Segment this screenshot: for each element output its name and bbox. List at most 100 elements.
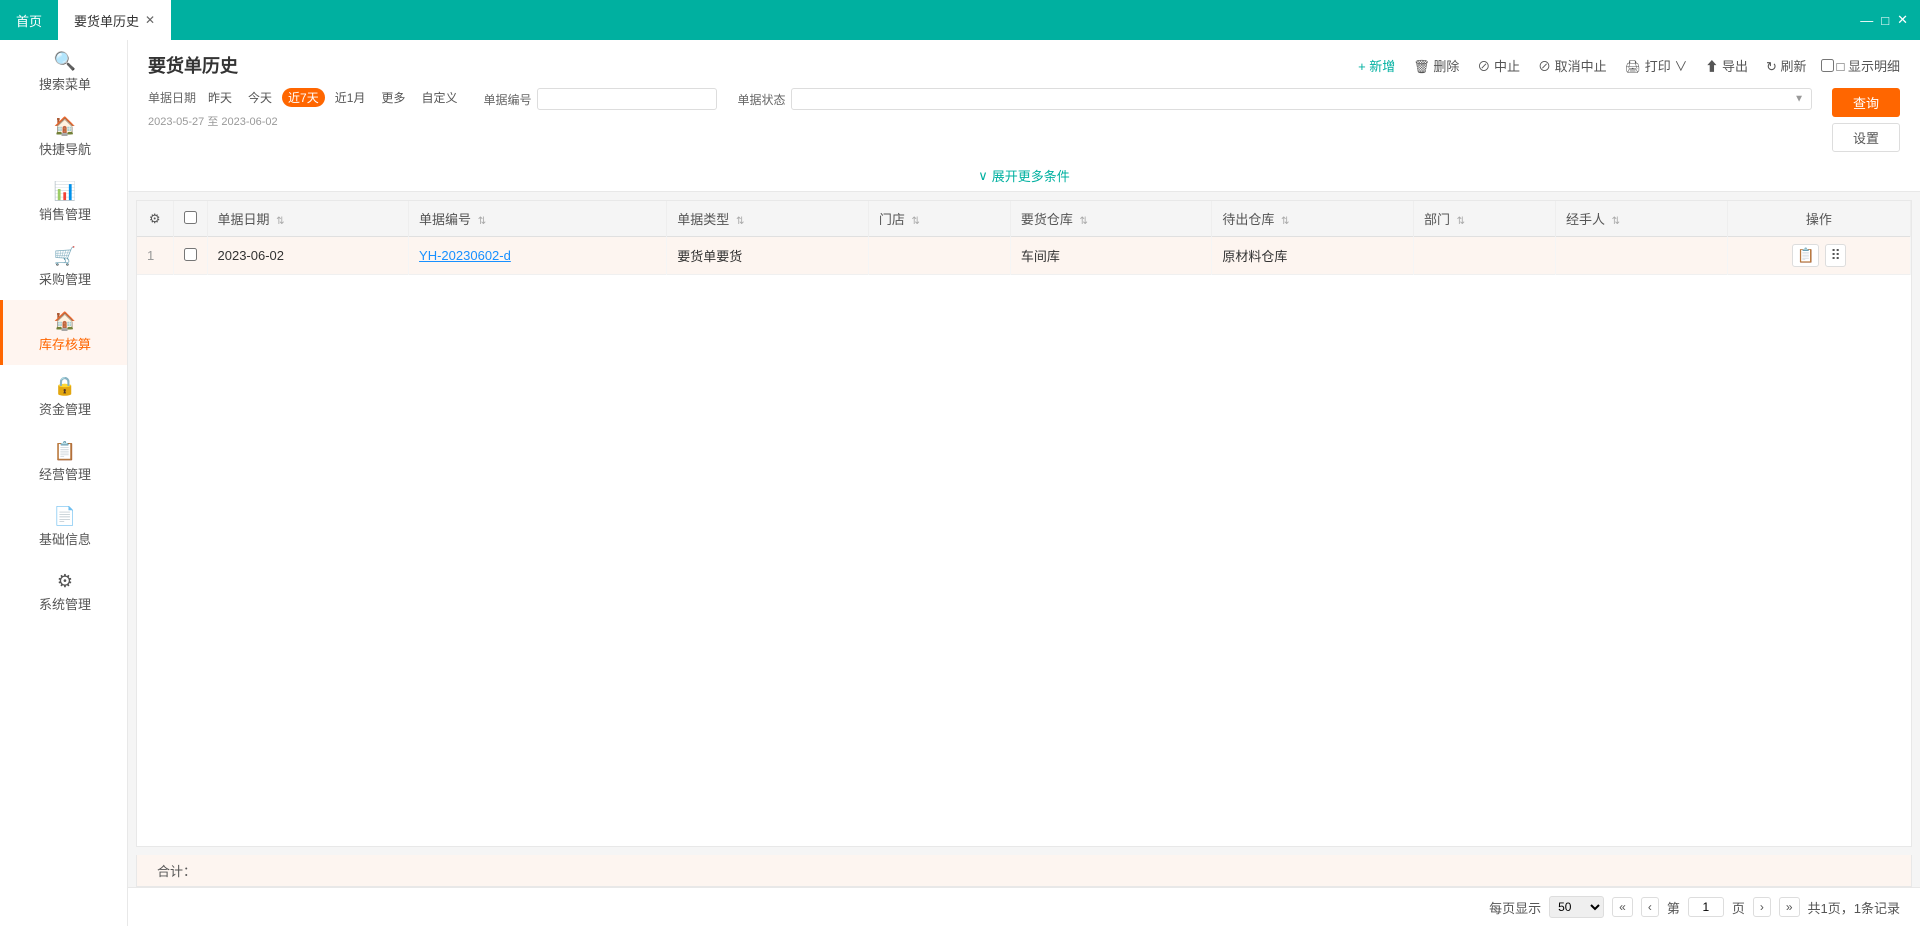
date-btn-more[interactable]: 更多 xyxy=(375,88,411,107)
export-button-label: ⬆ 导出 xyxy=(1705,56,1748,75)
col-handler-label: 经手人 xyxy=(1566,212,1605,227)
sort-doc-type-icon: ⇅ xyxy=(736,216,744,227)
operations-icon: 📋 xyxy=(54,442,76,460)
date-btn-today[interactable]: 今天 xyxy=(242,88,278,107)
doc-number-link[interactable]: YH-20230602-d xyxy=(419,248,511,263)
page-input[interactable] xyxy=(1688,897,1724,917)
sidebar-item-label: 采购管理 xyxy=(39,269,91,288)
table-header-row: ⚙ 单据日期 ⇅ 单据编号 ⇅ 单据类型 xyxy=(137,201,1911,237)
col-req-warehouse[interactable]: 要货仓库 ⇅ xyxy=(1010,201,1212,237)
cell-doc-number[interactable]: YH-20230602-d xyxy=(409,237,667,275)
sidebar-item-label: 搜索菜单 xyxy=(39,74,91,93)
sidebar-item-quick-nav[interactable]: 🏠 快捷导航 xyxy=(0,105,127,170)
date-btn-last1month[interactable]: 近1月 xyxy=(329,88,372,107)
query-button[interactable]: 查询 xyxy=(1832,88,1900,117)
doc-status-select[interactable] xyxy=(791,88,1812,110)
select-all-checkbox[interactable] xyxy=(184,211,197,224)
sidebar-item-search-menu[interactable]: 🔍 搜索菜单 xyxy=(0,40,127,105)
delete-button[interactable]: 🗑 删除 xyxy=(1409,54,1463,77)
sidebar-item-system[interactable]: ⚙ 系统管理 xyxy=(0,560,127,625)
col-department[interactable]: 部门 ⇅ xyxy=(1413,201,1555,237)
table-row: 1 2023-06-02 YH-20230602-d 要货单要货 车间库 原材料… xyxy=(137,237,1911,275)
sidebar-item-inventory[interactable]: 🏠 库存核算 xyxy=(0,300,127,365)
display-detail-button[interactable]: □ 显示明细 xyxy=(1821,56,1900,75)
expand-more-label: 展开更多条件 xyxy=(992,166,1070,185)
prev-page-button[interactable]: ‹ xyxy=(1641,897,1659,917)
page-label: 第 xyxy=(1667,898,1680,917)
toolbar: + 新增 🗑 删除 ⊘ 中止 ⊘ 取消中止 🖨 打印 ∨ xyxy=(1354,54,1900,77)
top-bar: 首页 要货单历史 ✕ — □ ✕ xyxy=(0,0,1920,40)
window-maximize[interactable]: □ xyxy=(1881,13,1889,28)
sidebar-item-label: 快捷导航 xyxy=(39,139,91,158)
cell-doc-date: 2023-06-02 xyxy=(207,237,409,275)
sidebar-item-sales[interactable]: 📊 销售管理 xyxy=(0,170,127,235)
sort-handler-icon: ⇅ xyxy=(1612,216,1620,227)
doc-number-filter: 单据编号 xyxy=(483,88,717,110)
col-department-label: 部门 xyxy=(1424,212,1450,227)
last-page-button[interactable]: » xyxy=(1779,897,1800,917)
main-table: ⚙ 单据日期 ⇅ 单据编号 ⇅ 单据类型 xyxy=(137,201,1911,275)
export-button[interactable]: ⬆ 导出 xyxy=(1701,54,1752,77)
quick-nav-icon: 🏠 xyxy=(54,117,76,135)
settings-button[interactable]: 设置 xyxy=(1832,123,1900,152)
page-header: 要货单历史 + 新增 🗑 删除 ⊘ 中止 ⊘ 取消中止 🖨 xyxy=(128,40,1920,192)
first-page-button[interactable]: « xyxy=(1612,897,1633,917)
col-doc-number[interactable]: 单据编号 ⇅ xyxy=(409,201,667,237)
tab-home[interactable]: 首页 xyxy=(0,0,58,40)
cell-checkbox xyxy=(173,237,207,275)
date-filter-group: 单据日期 昨天 今天 近7天 近1月 更多 自定义 2023-05-27 至 2… xyxy=(148,88,463,129)
col-doc-date[interactable]: 单据日期 ⇅ xyxy=(207,201,409,237)
sidebar-item-label: 资金管理 xyxy=(39,399,91,418)
new-button[interactable]: + 新增 xyxy=(1354,54,1399,77)
display-detail-checkbox[interactable] xyxy=(1821,59,1834,72)
expand-down-icon: ∨ xyxy=(978,168,988,184)
display-detail-label: □ 显示明细 xyxy=(1837,56,1900,75)
sidebar-item-label: 基础信息 xyxy=(39,529,91,548)
cell-department xyxy=(1413,237,1555,275)
next-page-button[interactable]: › xyxy=(1753,897,1771,917)
date-btn-yesterday[interactable]: 昨天 xyxy=(202,88,238,107)
window-minimize[interactable]: — xyxy=(1860,13,1873,28)
cell-store xyxy=(868,237,1010,275)
sidebar-item-purchase[interactable]: 🛒 采购管理 xyxy=(0,235,127,300)
sort-department-icon: ⇅ xyxy=(1457,216,1465,227)
row-checkbox[interactable] xyxy=(184,248,197,261)
col-doc-date-label: 单据日期 xyxy=(218,212,270,227)
date-btn-last7days[interactable]: 近7天 xyxy=(282,88,325,107)
page-size-select[interactable]: 50 10 20 100 xyxy=(1549,896,1604,918)
footer-label: 合计： xyxy=(157,864,196,879)
date-filter-label: 单据日期 xyxy=(148,89,196,106)
doc-number-label: 单据编号 xyxy=(483,91,531,108)
print-button[interactable]: 🖨 打印 ∨ xyxy=(1621,54,1692,77)
expand-more-button[interactable]: ∨ 展开更多条件 xyxy=(148,162,1900,191)
sidebar-item-finance[interactable]: 🔒 资金管理 xyxy=(0,365,127,430)
tab-close-icon[interactable]: ✕ xyxy=(145,13,155,27)
cancel-stop-button[interactable]: ⊘ 取消中止 xyxy=(1534,54,1611,77)
stop-button-label: ⊘ 中止 xyxy=(1477,56,1520,75)
sidebar-item-basic-info[interactable]: 📄 基础信息 xyxy=(0,495,127,560)
row-edit-button[interactable]: 📋 xyxy=(1792,244,1819,267)
col-doc-number-label: 单据编号 xyxy=(419,212,471,227)
stop-button[interactable]: ⊘ 中止 xyxy=(1473,54,1524,77)
basic-info-icon: 📄 xyxy=(54,507,76,525)
window-close[interactable]: ✕ xyxy=(1897,12,1908,28)
col-pending-warehouse[interactable]: 待出仓库 ⇅ xyxy=(1212,201,1414,237)
page-title-row: 要货单历史 + 新增 🗑 删除 ⊘ 中止 ⊘ 取消中止 🖨 xyxy=(148,52,1900,78)
col-req-warehouse-label: 要货仓库 xyxy=(1021,212,1073,227)
doc-number-input[interactable] xyxy=(537,88,717,110)
new-button-label: + 新增 xyxy=(1358,56,1395,75)
sidebar-item-operations[interactable]: 📋 经营管理 xyxy=(0,430,127,495)
col-handler[interactable]: 经手人 ⇅ xyxy=(1555,201,1727,237)
col-store[interactable]: 门店 ⇅ xyxy=(868,201,1010,237)
row-detail-button[interactable]: ⠿ xyxy=(1825,244,1845,267)
date-btn-custom[interactable]: 自定义 xyxy=(415,88,463,107)
doc-status-filter: 单据状态 ▼ xyxy=(737,88,1812,110)
filter-area: 单据日期 昨天 今天 近7天 近1月 更多 自定义 2023-05-27 至 2… xyxy=(148,88,1900,162)
tab-requisition-history[interactable]: 要货单历史 ✕ xyxy=(58,0,171,40)
print-button-label: 🖨 打印 ∨ xyxy=(1625,56,1688,75)
col-settings[interactable]: ⚙ xyxy=(137,201,173,237)
refresh-button[interactable]: ↻ 刷新 xyxy=(1762,54,1811,77)
tab-home-label: 首页 xyxy=(16,11,42,30)
sort-store-icon: ⇅ xyxy=(911,216,919,227)
col-doc-type[interactable]: 单据类型 ⇅ xyxy=(667,201,869,237)
